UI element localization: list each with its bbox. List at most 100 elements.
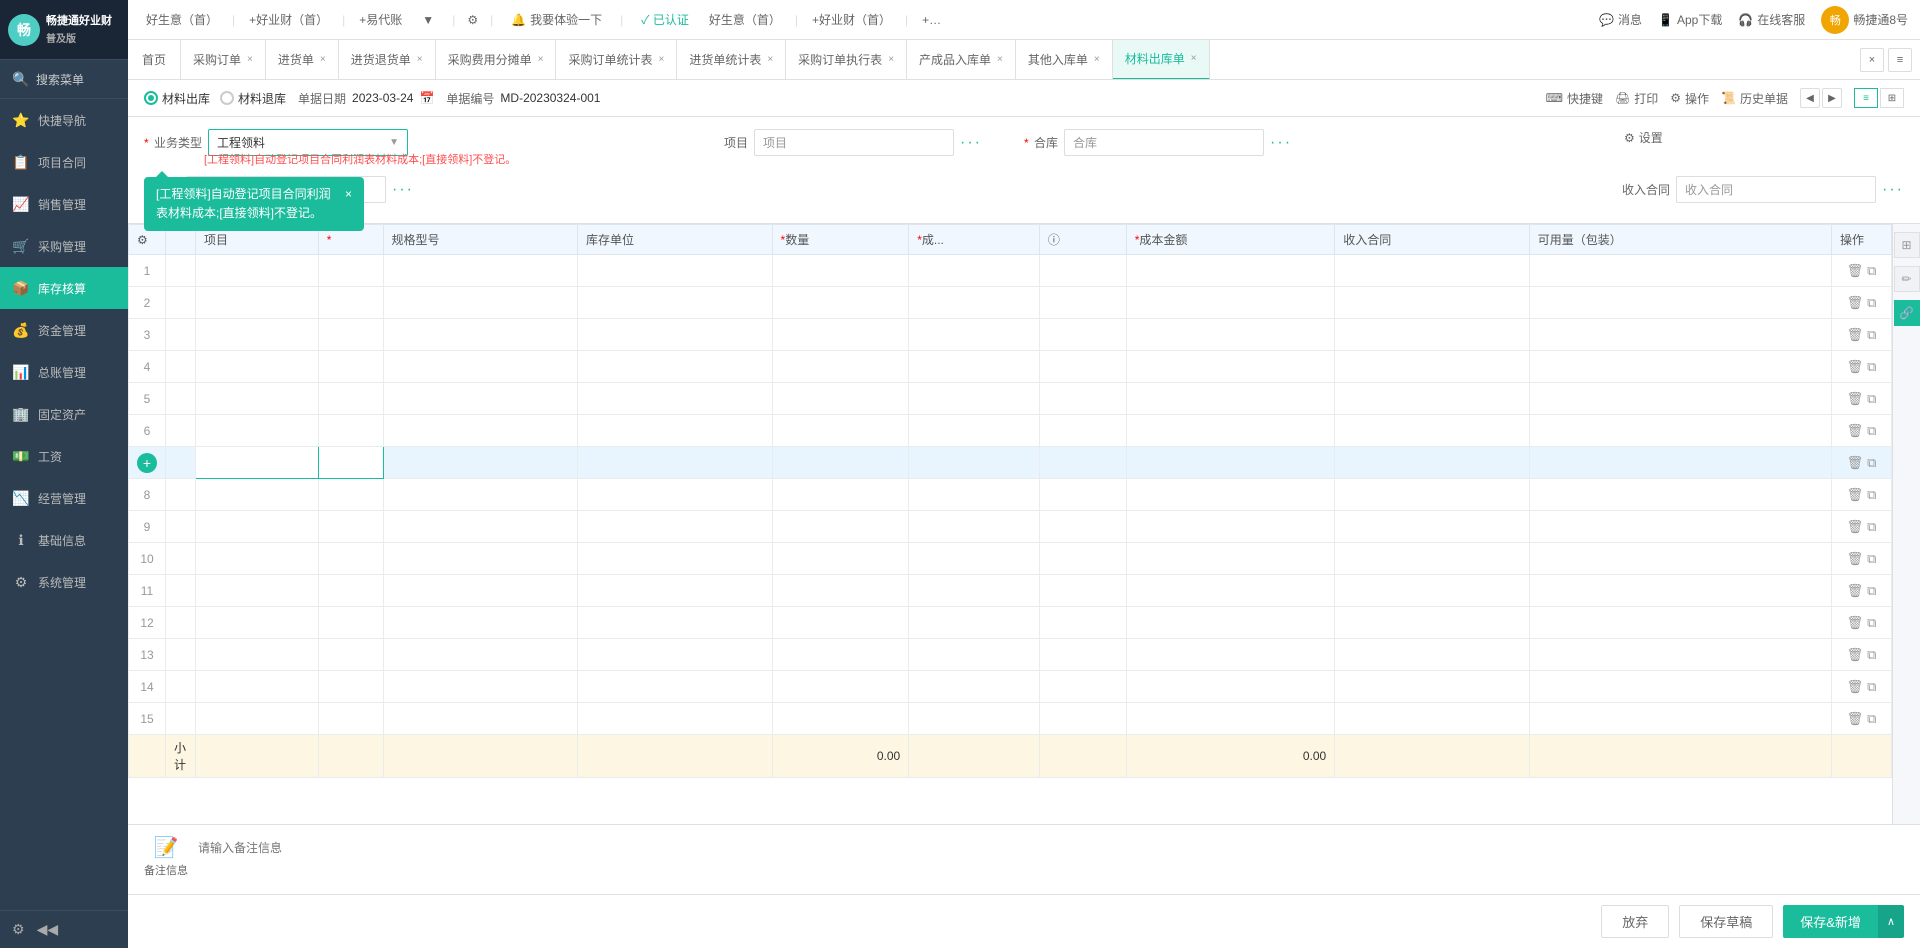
right-panel-edit-icon[interactable]: ✏: [1894, 266, 1920, 292]
tab-menu[interactable]: ≡: [1888, 48, 1912, 72]
delete-icon[interactable]: 🗑: [1847, 423, 1864, 438]
topbar-nav-good-biz[interactable]: 好生意（首）: [140, 11, 224, 28]
delete-icon[interactable]: 🗑: [1847, 487, 1864, 502]
delete-icon[interactable]: 🗑: [1847, 711, 1864, 726]
topbar-user[interactable]: 畅 畅捷通8号: [1821, 6, 1908, 34]
sidebar-item-project[interactable]: 📋 项目合同: [0, 141, 128, 183]
radio-material-return[interactable]: 材料退库: [220, 90, 286, 107]
tab-close-purchase-execute[interactable]: ×: [888, 54, 894, 65]
sidebar-item-assets[interactable]: 🏢 固定资产: [0, 393, 128, 435]
tab-purchase-fee[interactable]: 采购费用分摊单 ×: [436, 40, 557, 80]
tab-close-purchase-stats[interactable]: ×: [658, 54, 664, 65]
settings-gear-icon[interactable]: ⚙: [467, 13, 478, 27]
delete-icon[interactable]: 🗑: [1847, 327, 1864, 342]
calendar-icon[interactable]: 📅: [419, 91, 434, 105]
topbar-experience[interactable]: 🔔 我要体验一下: [505, 11, 608, 28]
copy-icon[interactable]: ⧉: [1867, 423, 1876, 438]
sidebar-item-system[interactable]: ⚙ 系统管理: [0, 561, 128, 603]
topbar-app-download[interactable]: 📱 App下载: [1658, 11, 1722, 28]
discard-button[interactable]: 放弃: [1601, 905, 1669, 938]
topbar-nav-more[interactable]: +…: [916, 13, 947, 27]
tab-close-product-in[interactable]: ×: [997, 54, 1003, 65]
copy-icon[interactable]: ⧉: [1867, 359, 1876, 374]
add-row-button[interactable]: +: [137, 453, 157, 473]
topbar-online-service[interactable]: 🎧 在线客服: [1738, 11, 1805, 28]
delete-icon[interactable]: 🗑: [1847, 263, 1864, 278]
copy-icon[interactable]: ⧉: [1867, 711, 1876, 726]
print-btn[interactable]: 🖨 打印: [1615, 90, 1658, 107]
sidebar-item-basic-info[interactable]: ℹ 基础信息: [0, 519, 128, 561]
tab-incoming-stats[interactable]: 进货单统计表 ×: [677, 40, 786, 80]
tab-close-purchase[interactable]: ×: [247, 54, 253, 65]
copy-icon[interactable]: ⧉: [1867, 327, 1876, 342]
sidebar-item-management[interactable]: 📉 经营管理: [0, 477, 128, 519]
agent-dots-btn[interactable]: ···: [392, 181, 414, 199]
settings-icon[interactable]: ⚙: [12, 921, 25, 938]
notes-input[interactable]: [198, 835, 1904, 871]
collapse-icon[interactable]: ◀◀: [37, 921, 59, 938]
tab-purchase-stats[interactable]: 采购订单统计表 ×: [556, 40, 677, 80]
nav-prev[interactable]: ◀: [1800, 88, 1820, 108]
copy-icon[interactable]: ⧉: [1867, 487, 1876, 502]
tab-close-purchase-fee[interactable]: ×: [538, 54, 544, 65]
topbar-nav-agent[interactable]: +易代账: [353, 11, 408, 28]
operation-btn[interactable]: ⚙ 操作: [1670, 90, 1709, 107]
tab-close-other-in[interactable]: ×: [1094, 54, 1100, 65]
delete-icon[interactable]: 🗑: [1847, 583, 1864, 598]
save-new-button[interactable]: 保存&新增: [1783, 905, 1878, 938]
view-list-btn[interactable]: ≡: [1854, 88, 1878, 108]
right-panel-grid-icon[interactable]: ⊞: [1894, 232, 1920, 258]
sidebar-item-purchase[interactable]: 🛒 采购管理: [0, 225, 128, 267]
warehouse-dots-btn[interactable]: ···: [1270, 134, 1292, 152]
delete-icon[interactable]: 🗑: [1847, 359, 1864, 374]
tab-incoming-return[interactable]: 进货退货单 ×: [339, 40, 436, 80]
topbar-nav-good-biz2[interactable]: 好生意（首）: [703, 11, 787, 28]
topbar-dropdown-btn[interactable]: ▼: [416, 13, 440, 27]
delete-icon[interactable]: 🗑: [1847, 647, 1864, 662]
form-settings-btn[interactable]: ⚙ 设置: [1624, 129, 1663, 146]
project-input[interactable]: 项目: [754, 129, 954, 156]
copy-icon[interactable]: ⧉: [1867, 263, 1876, 278]
copy-icon[interactable]: ⧉: [1867, 551, 1876, 566]
delete-icon[interactable]: 🗑: [1847, 679, 1864, 694]
tab-other-in[interactable]: 其他入库单 ×: [1016, 40, 1113, 80]
tab-home[interactable]: 首页: [128, 40, 181, 79]
nav-next[interactable]: ▶: [1822, 88, 1842, 108]
delete-icon[interactable]: 🗑: [1847, 615, 1864, 630]
copy-icon[interactable]: ⧉: [1867, 295, 1876, 310]
sidebar-item-finance[interactable]: 💰 资金管理: [0, 309, 128, 351]
save-draft-button[interactable]: 保存草稿: [1679, 905, 1773, 938]
tooltip-close[interactable]: ×: [345, 185, 352, 204]
tab-close-incoming[interactable]: ×: [320, 54, 326, 65]
copy-icon[interactable]: ⧉: [1867, 679, 1876, 694]
right-panel-link-icon[interactable]: 🔗: [1894, 300, 1920, 326]
tab-purchase-execute[interactable]: 采购订单执行表 ×: [786, 40, 907, 80]
view-grid-btn[interactable]: ⊞: [1880, 88, 1904, 108]
copy-icon[interactable]: ⧉: [1867, 583, 1876, 598]
history-btn[interactable]: 📜 历史单据: [1721, 90, 1788, 107]
sidebar-item-search[interactable]: 🔍 搜索菜单: [0, 60, 128, 99]
sidebar-item-sales[interactable]: 📈 销售管理: [0, 183, 128, 225]
sidebar-item-ledger[interactable]: 📊 总账管理: [0, 351, 128, 393]
delete-icon[interactable]: 🗑: [1847, 519, 1864, 534]
income-contract-dots-btn[interactable]: ···: [1882, 181, 1904, 199]
save-new-arrow-button[interactable]: ∧: [1878, 905, 1904, 938]
delete-icon[interactable]: 🗑: [1847, 551, 1864, 566]
tab-close-incoming-return[interactable]: ×: [417, 54, 423, 65]
sidebar-item-inventory[interactable]: 📦 库存核算: [0, 267, 128, 309]
income-contract-input[interactable]: 收入合同: [1676, 176, 1876, 203]
copy-icon[interactable]: ⧉: [1867, 647, 1876, 662]
copy-icon[interactable]: ⧉: [1867, 455, 1876, 470]
tab-close-incoming-stats[interactable]: ×: [767, 54, 773, 65]
topbar-nav-good-finance2[interactable]: +好业财（首）: [806, 11, 897, 28]
delete-icon[interactable]: 🗑: [1847, 295, 1864, 310]
shortcut-btn[interactable]: ⌨ 快捷键: [1546, 90, 1603, 107]
delete-icon[interactable]: 🗑: [1847, 391, 1864, 406]
copy-icon[interactable]: ⧉: [1867, 615, 1876, 630]
tab-product-in[interactable]: 产成品入库单 ×: [907, 40, 1016, 80]
tab-close-material-out[interactable]: ×: [1191, 53, 1197, 64]
sidebar-item-quick-nav[interactable]: ⭐ 快捷导航: [0, 99, 128, 141]
sidebar-item-payroll[interactable]: 💵 工资: [0, 435, 128, 477]
radio-material-out[interactable]: 材料出库: [144, 90, 210, 107]
warehouse-input[interactable]: 合库: [1064, 129, 1264, 156]
